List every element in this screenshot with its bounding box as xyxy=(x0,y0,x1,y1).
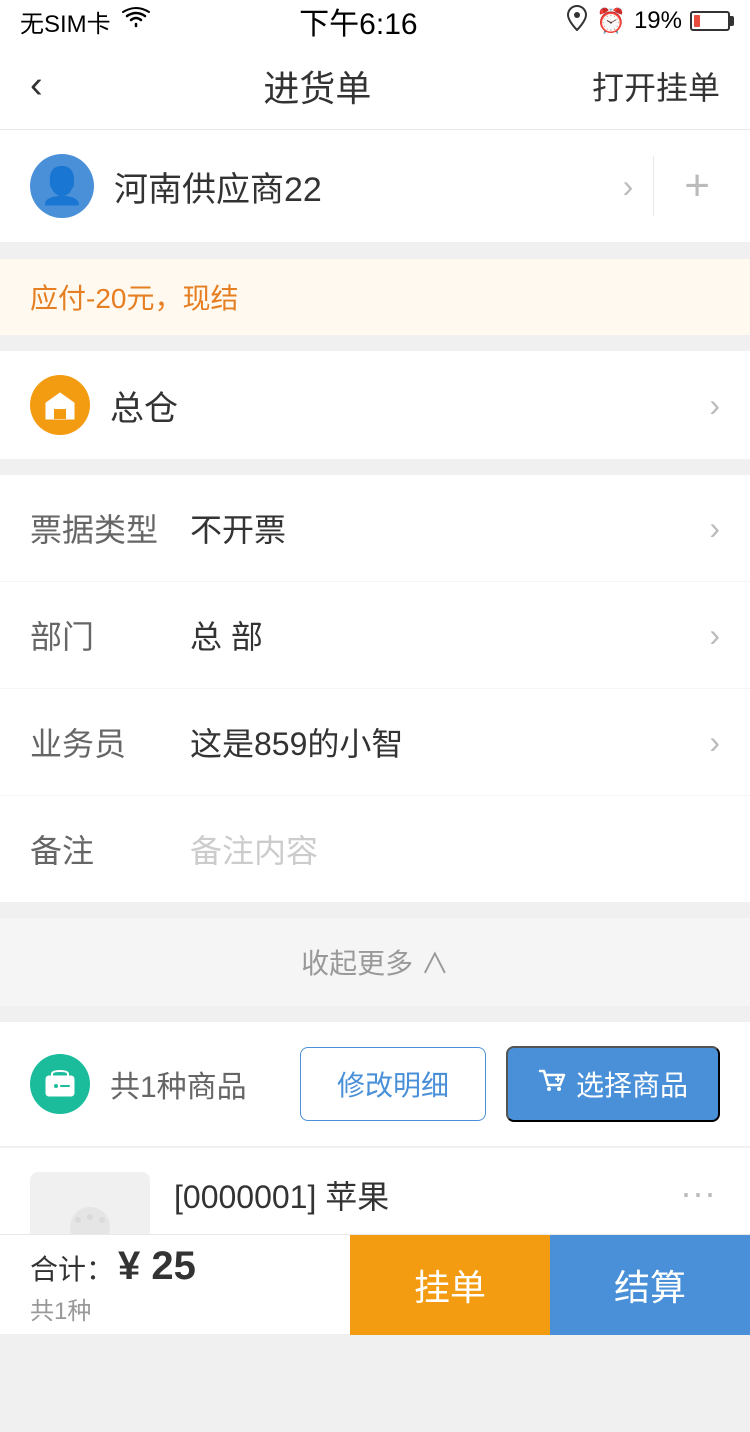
salesman-chevron-icon: › xyxy=(709,724,720,761)
time-display: 下午6:16 xyxy=(299,0,417,43)
status-bar: 无SIM卡 下午6:16 ⏰ 19% xyxy=(0,0,750,42)
alert-banner: 应付-20元，现结 xyxy=(0,259,750,335)
battery-text: 19% xyxy=(634,7,682,35)
edit-detail-button[interactable]: 修改明细 xyxy=(300,1047,486,1121)
total-label: 合计： xyxy=(30,1248,114,1288)
battery-tip xyxy=(730,16,734,26)
department-value: 总 部 xyxy=(170,612,709,658)
carrier-text: 无SIM卡 xyxy=(20,4,111,39)
salesman-label: 业务员 xyxy=(30,719,170,765)
select-product-button[interactable]: 选择商品 xyxy=(506,1046,720,1122)
total-section: 合计： ¥ 25 共1种 xyxy=(0,1244,350,1326)
warehouse-chevron-icon: › xyxy=(709,387,720,424)
back-button[interactable]: ‹ xyxy=(30,64,43,107)
product-name: [0000001] 苹果 xyxy=(174,1172,652,1218)
collapse-bar[interactable]: 收起更多 ∧ xyxy=(0,918,750,1006)
supplier-card: 👤 河南供应商22 › + xyxy=(0,130,750,243)
warehouse-row[interactable]: 总仓 › xyxy=(0,351,750,459)
department-row[interactable]: 部门 总 部 › xyxy=(0,582,750,689)
remark-label: 备注 xyxy=(30,826,170,872)
bottom-bar: 合计： ¥ 25 共1种 挂单 结算 xyxy=(0,1234,750,1334)
more-button[interactable]: ··· xyxy=(676,1172,720,1214)
product-count-text: 共1种商品 xyxy=(110,1062,280,1106)
status-left: 无SIM卡 xyxy=(20,4,151,39)
remark-row[interactable]: 备注 备注内容 xyxy=(0,796,750,902)
hang-order-button[interactable]: 挂单 xyxy=(350,1235,550,1335)
supplier-chevron-icon: › xyxy=(623,168,634,205)
total-amount: ¥ 25 xyxy=(118,1244,196,1289)
remark-input[interactable]: 备注内容 xyxy=(170,826,720,872)
add-supplier-button[interactable]: + xyxy=(674,161,720,211)
product-header: 共1种商品 修改明细 选择商品 xyxy=(0,1022,750,1146)
department-label: 部门 xyxy=(30,612,170,658)
supplier-avatar: 👤 xyxy=(30,154,94,218)
total-count: 共1种 xyxy=(30,1291,320,1326)
page-title: 进货单 xyxy=(263,60,371,112)
checkout-button[interactable]: 结算 xyxy=(550,1235,750,1335)
warehouse-name: 总仓 xyxy=(110,381,709,430)
ticket-type-label: 票据类型 xyxy=(30,505,170,551)
collapse-label: 收起更多 ∧ xyxy=(301,942,449,982)
salesman-row[interactable]: 业务员 这是859的小智 › xyxy=(0,689,750,796)
product-id: [0000001] xyxy=(174,1179,316,1215)
product-name-text: 苹果 xyxy=(325,1179,389,1215)
supplier-name: 河南供应商22 xyxy=(114,162,623,211)
warehouse-icon xyxy=(30,375,90,435)
location-icon xyxy=(566,5,588,38)
person-icon: 👤 xyxy=(40,165,85,207)
ticket-type-chevron-icon: › xyxy=(709,510,720,547)
alert-text: 应付-20元，现结 xyxy=(30,283,238,314)
open-hang-button[interactable]: 打开挂单 xyxy=(592,63,720,109)
wifi-icon xyxy=(121,6,151,37)
select-product-label: 选择商品 xyxy=(576,1064,688,1104)
product-count-icon xyxy=(30,1054,90,1114)
status-right: ⏰ 19% xyxy=(566,5,730,38)
battery-fill xyxy=(694,15,700,27)
cart-icon xyxy=(538,1067,566,1102)
nav-bar: ‹ 进货单 打开挂单 xyxy=(0,42,750,130)
divider xyxy=(653,156,654,216)
battery-icon xyxy=(690,11,730,31)
department-chevron-icon: › xyxy=(709,617,720,654)
bottom-spacer xyxy=(0,1332,750,1432)
supplier-row[interactable]: 👤 河南供应商22 › + xyxy=(0,130,750,243)
salesman-value: 这是859的小智 xyxy=(170,719,709,765)
ticket-type-row[interactable]: 票据类型 不开票 › xyxy=(0,475,750,582)
ticket-type-value: 不开票 xyxy=(170,505,709,551)
alarm-icon: ⏰ xyxy=(596,7,626,36)
form-section: 票据类型 不开票 › 部门 总 部 › 业务员 这是859的小智 › 备注 备注… xyxy=(0,475,750,902)
